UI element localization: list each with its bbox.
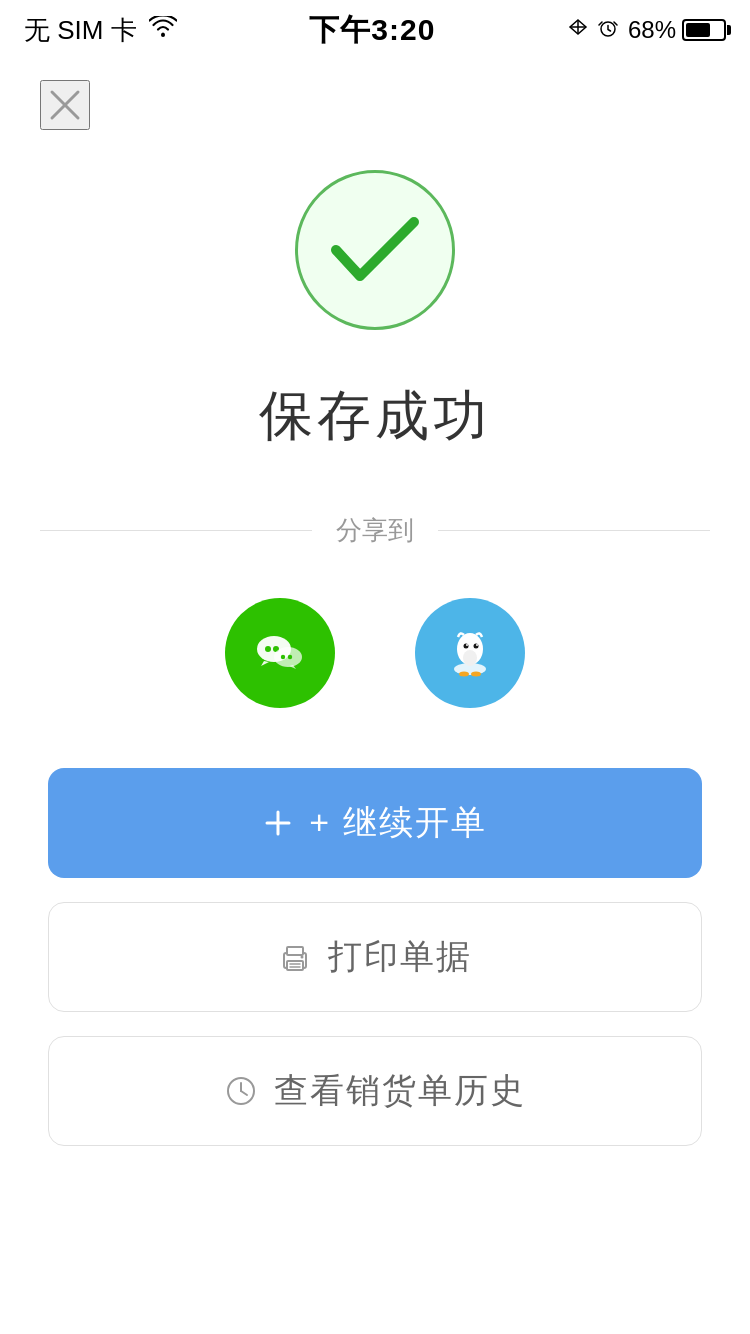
location-icon (568, 16, 588, 44)
svg-point-15 (474, 644, 479, 649)
divider-right (438, 530, 710, 531)
share-section: 分享到 (40, 513, 710, 708)
printer-icon (278, 940, 312, 974)
battery-indicator: 68% (628, 16, 726, 44)
continue-order-label: + 继续开单 (309, 800, 486, 846)
svg-point-8 (281, 655, 285, 659)
svg-point-19 (459, 672, 469, 677)
share-divider: 分享到 (40, 513, 710, 548)
close-button[interactable] (40, 80, 90, 130)
svg-line-31 (241, 1091, 247, 1095)
share-icons (40, 598, 710, 708)
svg-point-17 (476, 644, 478, 646)
print-button[interactable]: 打印单据 (48, 902, 702, 1012)
svg-point-9 (288, 655, 292, 659)
qq-share-button[interactable] (415, 598, 525, 708)
svg-point-5 (265, 646, 271, 652)
svg-point-14 (464, 644, 469, 649)
alarm-icon (598, 16, 618, 44)
main-content: 保存成功 分享到 (0, 60, 750, 1186)
clock-icon (224, 1074, 258, 1108)
share-label: 分享到 (312, 513, 438, 548)
svg-point-0 (161, 33, 165, 37)
status-left: 无 SIM 卡 (24, 13, 177, 48)
plus-icon (263, 808, 293, 838)
svg-rect-25 (287, 961, 303, 970)
action-buttons: + 继续开单 打印单据 (40, 768, 710, 1146)
success-circle (295, 170, 455, 330)
history-button[interactable]: 查看销货单历史 (48, 1036, 702, 1146)
history-label: 查看销货单历史 (274, 1068, 526, 1114)
status-right: 68% (568, 16, 726, 44)
status-bar: 无 SIM 卡 下午3:20 (0, 0, 750, 60)
svg-point-28 (301, 956, 304, 959)
success-title: 保存成功 (259, 380, 491, 453)
battery-icon (682, 19, 726, 41)
svg-rect-24 (287, 947, 303, 955)
status-time: 下午3:20 (309, 10, 435, 51)
battery-percentage: 68% (628, 16, 676, 44)
svg-point-18 (463, 650, 477, 666)
no-sim-label: 无 SIM 卡 (24, 13, 137, 48)
svg-point-16 (466, 644, 468, 646)
wechat-share-button[interactable] (225, 598, 335, 708)
continue-order-button[interactable]: + 继续开单 (48, 768, 702, 878)
wifi-icon (149, 16, 177, 44)
success-section: 保存成功 (40, 170, 710, 453)
svg-point-20 (471, 672, 481, 677)
divider-left (40, 530, 312, 531)
print-label: 打印单据 (328, 934, 472, 980)
